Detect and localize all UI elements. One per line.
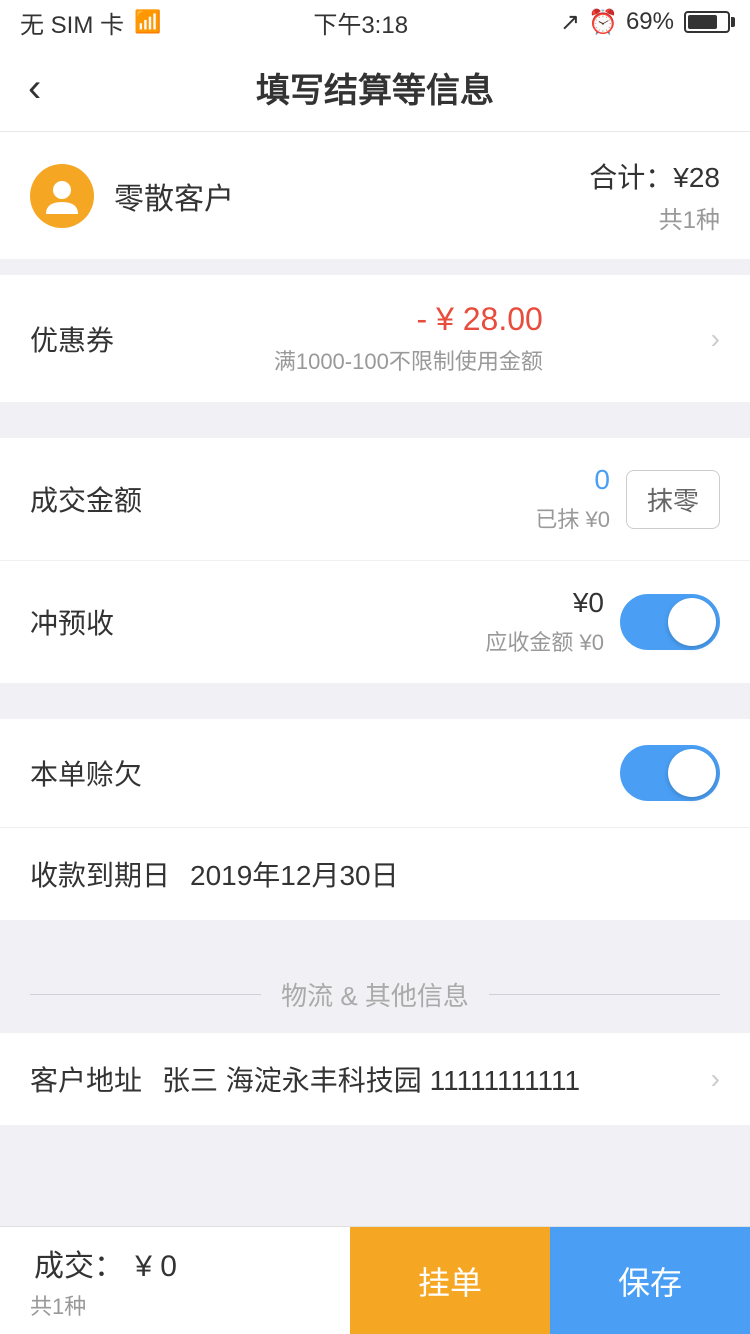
carrier-text: 无 SIM 卡: [20, 5, 124, 40]
deal-label: 成交金额: [30, 479, 142, 519]
address-row[interactable]: 客户地址 张三 海淀永丰科技园 11111111111 ›: [0, 1033, 750, 1125]
due-date-label: 收款到期日: [30, 854, 170, 894]
status-bar: 无 SIM 卡 📶 下午3:18 ↗ ⏰ 69%: [0, 0, 750, 44]
credit-toggle-knob: [668, 749, 716, 797]
coupon-right: - ¥ 28.00 满1000-100不限制使用金额: [274, 301, 543, 376]
bottom-bar: 成交： ¥ 0 共1种 挂单 保存: [0, 1226, 750, 1334]
address-chevron-icon: ›: [711, 1063, 720, 1095]
customer-left: 零散客户: [30, 164, 234, 228]
wifi-icon: 📶: [134, 9, 161, 35]
left-divider: [30, 994, 261, 995]
address-label: 客户地址: [30, 1059, 142, 1099]
bottom-count: 共1种: [30, 1289, 320, 1321]
coupon-row[interactable]: 优惠券 - ¥ 28.00 满1000-100不限制使用金额 ›: [0, 275, 750, 402]
deal-row: 成交金额 0 已抹 ¥0 抹零: [0, 438, 750, 561]
status-right: ↗ ⏰ 69%: [560, 8, 730, 37]
back-button[interactable]: ‹: [28, 68, 41, 108]
bottom-deal-value: ¥ 0: [135, 1250, 177, 1283]
customer-right: 合计：¥28 共1种: [589, 156, 720, 235]
customer-row: 零散客户 合计：¥28 共1种: [0, 132, 750, 259]
coupon-label: 优惠券: [30, 319, 114, 359]
toggle-knob: [668, 598, 716, 646]
pre-collect-sub: 应收金额 ¥0: [485, 625, 604, 657]
nav-bar: ‹ 填写结算等信息: [0, 44, 750, 132]
pre-collect-amount: ¥0: [485, 587, 604, 619]
bottom-summary: 成交： ¥ 0 共1种: [0, 1241, 350, 1321]
deal-sub: 已抹 ¥0: [535, 502, 610, 534]
section-gap-1: [0, 418, 750, 438]
credit-toggle[interactable]: [620, 745, 720, 801]
pre-collect-label: 冲预收: [30, 602, 114, 642]
logistics-label: 物流 & 其他信息: [281, 976, 469, 1013]
total-amount: 合计：¥28: [589, 156, 720, 196]
credit-right: [620, 745, 720, 801]
pre-collect-toggle[interactable]: [620, 594, 720, 650]
due-date-value: 2019年12月30日: [190, 854, 399, 894]
deal-card: 成交金额 0 已抹 ¥0 抹零 冲预收 ¥0 应收金额 ¥0: [0, 438, 750, 683]
page-title: 填写结算等信息: [256, 63, 494, 112]
coupon-desc: 满1000-100不限制使用金额: [274, 344, 543, 376]
credit-label: 本单赊欠: [30, 753, 142, 793]
avatar: [30, 164, 94, 228]
battery-percent: 69%: [626, 8, 674, 36]
status-left: 无 SIM 卡 📶: [20, 5, 161, 40]
pre-collect-row: 冲预收 ¥0 应收金额 ¥0: [0, 561, 750, 683]
deal-value: 0: [535, 464, 610, 496]
section-gap-3: [0, 936, 750, 956]
coupon-card: 优惠券 - ¥ 28.00 满1000-100不限制使用金额 ›: [0, 275, 750, 402]
coupon-discount: - ¥ 28.00: [274, 301, 543, 338]
hold-button[interactable]: 挂单: [350, 1227, 550, 1334]
customer-card: 零散客户 合计：¥28 共1种: [0, 132, 750, 259]
location-icon: ↗: [560, 8, 580, 37]
due-date-row: 收款到期日 2019年12月30日: [0, 828, 750, 920]
deal-right: 0 已抹 ¥0 抹零: [535, 464, 720, 534]
chevron-icon: ›: [711, 323, 720, 355]
total-count: 共1种: [589, 200, 720, 235]
content-area: 零散客户 合计：¥28 共1种 优惠券 - ¥ 28.00 满1000-100不…: [0, 132, 750, 1261]
logistics-header: 物流 & 其他信息: [0, 956, 750, 1033]
credit-card: 本单赊欠 收款到期日 2019年12月30日: [0, 719, 750, 920]
battery-icon: [684, 11, 730, 33]
section-gap-2: [0, 699, 750, 719]
alarm-icon: ⏰: [588, 8, 618, 37]
bottom-deal-label: 成交：: [34, 1250, 124, 1283]
customer-name: 零散客户: [114, 174, 234, 218]
pre-collect-col: ¥0 应收金额 ¥0: [485, 587, 604, 657]
address-card: 客户地址 张三 海淀永丰科技园 11111111111 ›: [0, 1033, 750, 1125]
pre-collect-right: ¥0 应收金额 ¥0: [485, 587, 720, 657]
bottom-deal-text: 成交： ¥ 0: [30, 1241, 320, 1285]
status-time: 下午3:18: [313, 5, 408, 40]
round-off-button[interactable]: 抹零: [626, 470, 720, 529]
save-button[interactable]: 保存: [550, 1227, 750, 1334]
person-icon: [42, 176, 82, 216]
credit-row: 本单赊欠: [0, 719, 750, 828]
right-divider: [489, 994, 720, 995]
address-value: 张三 海淀永丰科技园 11111111111: [162, 1059, 703, 1099]
deal-value-col: 0 已抹 ¥0: [535, 464, 610, 534]
